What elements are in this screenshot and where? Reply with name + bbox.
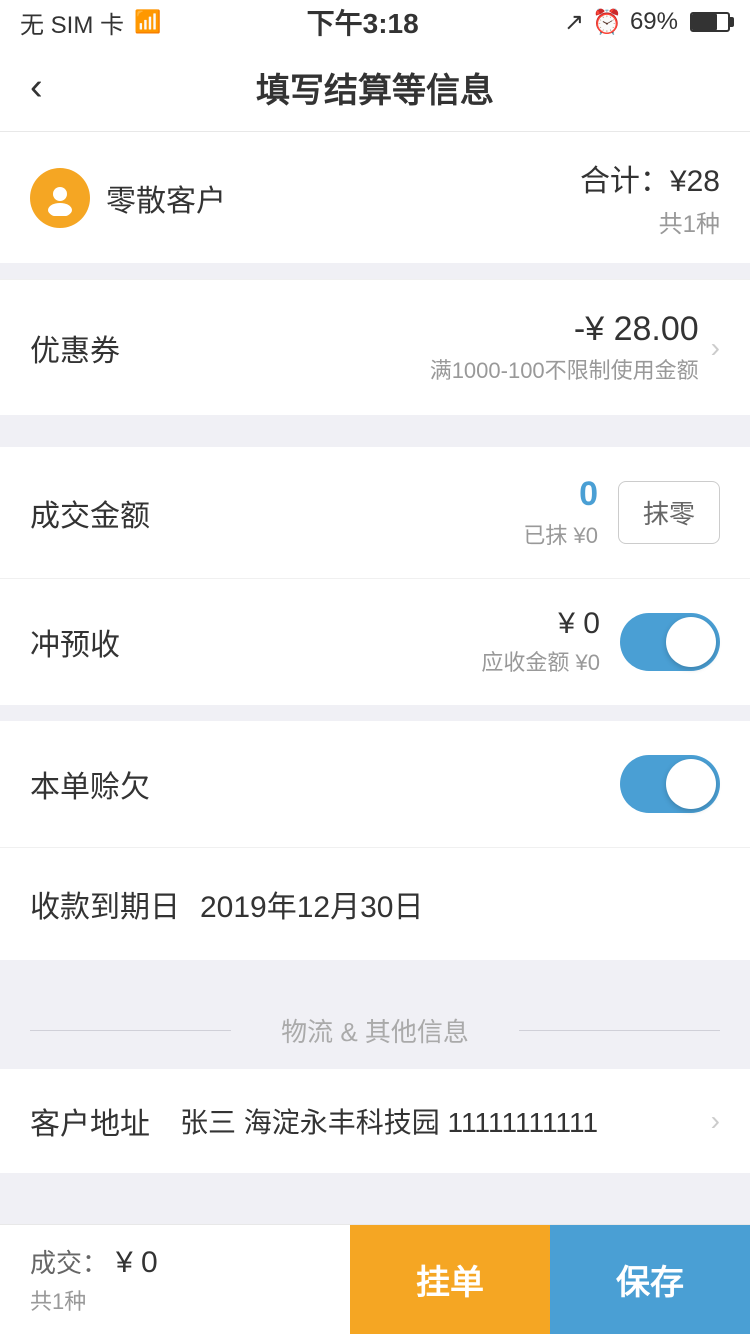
status-bar-time: 下午3:18 — [307, 2, 419, 42]
credit-section: 本单赊欠 收款到期日 2019年12月30日 — [0, 721, 750, 960]
customer-count: 共1种 — [580, 204, 720, 239]
prepay-label: 冲预收 — [30, 620, 120, 664]
customer-row: 零散客户 合计：¥28 共1种 — [0, 132, 750, 263]
logistics-line-left — [30, 1030, 231, 1031]
location-icon: ↗ — [564, 8, 584, 37]
transaction-label: 成交金额 — [30, 491, 150, 535]
credit-row: 本单赊欠 — [0, 721, 750, 847]
coupon-row[interactable]: 优惠券 -¥ 28.00 满1000-100不限制使用金额 › — [0, 279, 750, 415]
credit-toggle-knob — [666, 759, 716, 809]
coupon-right: -¥ 28.00 满1000-100不限制使用金额 › — [430, 310, 720, 385]
due-date-value: 2019年12月30日 — [200, 882, 423, 926]
page-title: 填写结算等信息 — [256, 63, 494, 112]
prepay-right: ¥ 0 应收金额 ¥0 — [481, 607, 720, 677]
customer-section: 零散客户 合计：¥28 共1种 — [0, 132, 750, 263]
credit-toggle[interactable] — [620, 755, 720, 813]
customer-avatar — [30, 168, 90, 228]
logistics-label: 物流 & 其他信息 — [281, 1012, 469, 1049]
bottom-info: 成交： ¥ 0 共1种 — [0, 1243, 350, 1316]
bottom-bar: 成交： ¥ 0 共1种 挂单 保存 — [0, 1224, 750, 1334]
coupon-chevron-icon: › — [711, 332, 720, 364]
alarm-icon: ⏰ — [592, 8, 622, 37]
due-date-row: 收款到期日 2019年12月30日 — [0, 847, 750, 960]
prepay-subtxt: 应收金额 ¥0 — [481, 645, 600, 677]
status-bar-right: ↗ ⏰ 69% — [564, 8, 730, 37]
status-bar-left: 无 SIM 卡 📶 — [20, 5, 161, 40]
customer-right: 合计：¥28 共1种 — [580, 156, 720, 239]
coupon-value: -¥ 28.00 满1000-100不限制使用金额 — [430, 310, 699, 385]
coupon-amount: -¥ 28.00 — [430, 310, 699, 349]
divider-1 — [0, 431, 750, 447]
transaction-subtxt: 已抹 ¥0 — [523, 518, 598, 550]
round-button[interactable]: 抹零 — [618, 481, 720, 544]
address-row[interactable]: 客户地址 张三 海淀永丰科技园 11111111111 › — [0, 1069, 750, 1173]
transaction-value: 0 — [523, 475, 598, 514]
credit-label: 本单赊欠 — [30, 762, 150, 806]
hang-button[interactable]: 挂单 — [350, 1225, 550, 1334]
content-area: 零散客户 合计：¥28 共1种 优惠券 -¥ 28.00 满1000-100不限… — [0, 132, 750, 1309]
address-value: 张三 海淀永丰科技园 11111111111 — [180, 1101, 711, 1141]
divider-2 — [0, 705, 750, 721]
customer-name: 零散客户 — [106, 176, 226, 220]
bottom-deal-value: ¥ 0 — [116, 1246, 158, 1280]
coupon-label: 优惠券 — [30, 326, 120, 370]
transaction-section: 成交金额 0 已抹 ¥0 抹零 冲预收 ¥ 0 应收金额 ¥0 — [0, 447, 750, 705]
transaction-right: 0 已抹 ¥0 抹零 — [523, 475, 720, 550]
prepay-value-wrap: ¥ 0 应收金额 ¥0 — [481, 607, 600, 677]
logistics-line-right — [519, 1030, 720, 1031]
logistics-divider: 物流 & 其他信息 — [0, 992, 750, 1069]
status-bar: 无 SIM 卡 📶 下午3:18 ↗ ⏰ 69% — [0, 0, 750, 44]
address-chevron-icon: › — [711, 1105, 720, 1137]
address-label: 客户地址 — [30, 1099, 150, 1143]
nav-bar: ‹ 填写结算等信息 — [0, 44, 750, 132]
back-button[interactable]: ‹ — [30, 66, 43, 109]
customer-left: 零散客户 — [30, 168, 226, 228]
coupon-desc: 满1000-100不限制使用金额 — [430, 353, 699, 385]
prepay-value: ¥ 0 — [481, 607, 600, 641]
toggle-knob — [666, 617, 716, 667]
prepay-toggle[interactable] — [620, 613, 720, 671]
bottom-deal-label: 成交： — [30, 1243, 108, 1280]
sim-status: 无 SIM 卡 — [20, 5, 124, 40]
coupon-section: 优惠券 -¥ 28.00 满1000-100不限制使用金额 › — [0, 279, 750, 415]
wifi-icon: 📶 — [134, 9, 161, 35]
battery-percent: 69% — [630, 8, 678, 36]
due-date-label: 收款到期日 — [30, 882, 180, 926]
bottom-deal: 成交： ¥ 0 — [30, 1243, 320, 1280]
transaction-row: 成交金额 0 已抹 ¥0 抹零 — [0, 447, 750, 579]
customer-total: 合计：¥28 — [580, 156, 720, 200]
prepay-row: 冲预收 ¥ 0 应收金额 ¥0 — [0, 579, 750, 705]
bottom-count: 共1种 — [30, 1284, 320, 1316]
address-section: 客户地址 张三 海淀永丰科技园 11111111111 › — [0, 1069, 750, 1173]
divider-3 — [0, 976, 750, 992]
transaction-value-wrap: 0 已抹 ¥0 — [523, 475, 598, 550]
save-button[interactable]: 保存 — [550, 1225, 750, 1334]
battery-icon — [690, 12, 730, 32]
